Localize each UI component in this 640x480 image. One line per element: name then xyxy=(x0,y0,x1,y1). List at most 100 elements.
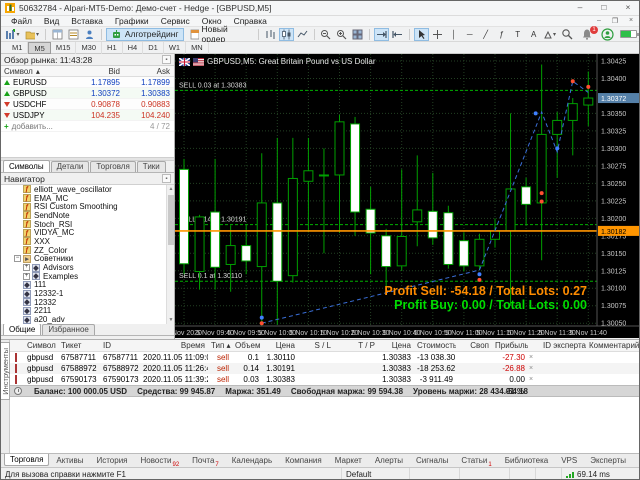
market-watch-row-GBPUSD[interactable]: GBPUSD 1.30372 1.30383 xyxy=(1,88,174,99)
nav-item-XXX[interactable]: ƒ XXX xyxy=(1,237,174,246)
chart-bars-button[interactable] xyxy=(263,28,278,41)
column-volume[interactable]: Объем xyxy=(232,341,262,350)
nav-item-12332-1[interactable]: ◆ 12332-1 xyxy=(1,289,174,298)
cursor-button[interactable] xyxy=(414,27,430,41)
label-button[interactable]: A xyxy=(526,28,541,41)
timeframe-MN[interactable]: MN xyxy=(186,41,209,54)
text-button[interactable]: T xyxy=(510,28,525,41)
zoom-in-button[interactable] xyxy=(334,28,349,41)
column-sl[interactable]: S / L xyxy=(298,341,334,350)
trade-row-67590173[interactable]: gbpusd 67590173 67590173 2020.11.05 11:39:2… xyxy=(10,374,639,385)
scroll-down-arrow[interactable]: ▼ xyxy=(167,316,174,324)
navigator-toggle[interactable] xyxy=(82,28,97,41)
toolbox-tab-Журнал[interactable]: Журнал xyxy=(633,454,639,466)
timeframe-D1[interactable]: D1 xyxy=(143,41,164,54)
chart-window[interactable]: GBPUSD,M5: Great Britain Pound vs US Dol… xyxy=(175,54,639,338)
nav-item-Examples[interactable]: + ◆ Examples xyxy=(1,272,174,281)
menu-item-Вставка[interactable]: Вставка xyxy=(65,16,109,27)
data-window-toggle[interactable] xyxy=(66,28,81,41)
toolbox-tab-Сигналы[interactable]: Сигналы xyxy=(410,454,454,466)
close-position-button[interactable]: × xyxy=(528,354,540,361)
search-button[interactable] xyxy=(559,28,575,41)
toolbox-tab-Статьи[interactable]: Статьи 1 xyxy=(455,454,497,468)
auto-scroll-button[interactable] xyxy=(374,27,390,41)
column-tp[interactable]: T / P xyxy=(334,341,378,350)
mdi-close-button[interactable]: × xyxy=(625,17,637,25)
column-comment[interactable]: Комментарий xyxy=(586,341,639,350)
toolbox-tab-Библиотека[interactable]: Библиотека xyxy=(499,454,555,466)
column-ask[interactable]: Ask xyxy=(124,67,174,76)
toolbox-tab-Почта[interactable]: Почта 7 xyxy=(186,454,225,468)
menu-item-Вид[interactable]: Вид xyxy=(38,16,65,27)
column-expert[interactable]: ID эксперта xyxy=(540,341,586,350)
timeframe-W1[interactable]: W1 xyxy=(164,41,187,54)
horizontal-line-button[interactable]: ─ xyxy=(462,28,477,41)
column-symbol[interactable]: Символ ▴ xyxy=(1,67,74,76)
vertical-line-button[interactable]: │ xyxy=(446,28,461,41)
toolbox-tab-Алерты[interactable]: Алерты xyxy=(369,454,409,466)
tab-Тики[interactable]: Тики xyxy=(136,161,166,172)
tile-windows-button[interactable] xyxy=(350,28,365,41)
column-swap[interactable]: Своп xyxy=(456,341,492,350)
timeframe-M30[interactable]: M30 xyxy=(76,41,103,54)
scroll-up-arrow[interactable]: ▲ xyxy=(167,185,174,193)
timeframe-M15[interactable]: M15 xyxy=(51,41,77,54)
tab-Избранное[interactable]: Избранное xyxy=(42,324,95,335)
timeframe-M5[interactable]: M5 xyxy=(28,41,51,54)
nav-item-ZZ_Color[interactable]: ƒ ZZ_Color xyxy=(1,246,174,255)
toolbox-tab-Активы[interactable]: Активы xyxy=(50,454,89,466)
crosshair-button[interactable] xyxy=(430,28,445,41)
column-price[interactable]: Цена xyxy=(262,341,298,350)
community-button[interactable] xyxy=(599,27,616,41)
nav-item-Stoch_RSI[interactable]: ƒ Stoch_RSI xyxy=(1,220,174,229)
arrows-dropdown-button[interactable]: ▾ xyxy=(542,28,558,41)
column-bid[interactable]: Bid xyxy=(74,67,124,76)
trade-row-67588972[interactable]: gbpusd 67588972 67588972 2020.11.05 11:26:4… xyxy=(10,363,639,374)
minimize-button[interactable]: – xyxy=(571,2,589,14)
nav-item-Advisors[interactable]: + ◆ Advisors xyxy=(1,263,174,272)
toolbox-tab-Компания[interactable]: Компания xyxy=(279,454,328,466)
zoom-out-button[interactable] xyxy=(318,28,333,41)
market-watch-toggle[interactable] xyxy=(50,28,65,41)
fibonacci-button[interactable]: ƒ xyxy=(494,28,509,41)
navigator-menu-button[interactable]: ▪ xyxy=(162,174,171,183)
nav-item-SendNote[interactable]: ƒ SendNote xyxy=(1,211,174,220)
column-type[interactable]: Тип ▴ xyxy=(208,341,232,350)
toolbox-tab-Торговля[interactable]: Торговля xyxy=(4,454,50,466)
close-position-button[interactable]: × xyxy=(528,376,540,383)
close-button[interactable]: × xyxy=(619,2,637,14)
profiles-button[interactable]: ▾ xyxy=(23,28,42,41)
timeframe-H1[interactable]: H1 xyxy=(102,41,123,54)
nav-item-elliott_wave_oscillator[interactable]: ƒ elliott_wave_oscillator xyxy=(1,185,174,194)
navigator-scrollbar[interactable]: ▲ ▼ xyxy=(166,185,174,324)
toolbox-tab-Эксперты[interactable]: Эксперты xyxy=(584,454,632,466)
timeframe-M1[interactable]: M1 xyxy=(7,41,29,54)
nav-item-VIDYA_MC[interactable]: ƒ VIDYA_MC xyxy=(1,228,174,237)
nav-item-111[interactable]: ◆ 111 xyxy=(1,280,174,289)
column-profit[interactable]: Прибыль xyxy=(492,341,528,350)
nav-item-EMA_MC[interactable]: ƒ EMA_MC xyxy=(1,194,174,203)
new-chart-button[interactable]: ▾ xyxy=(3,28,22,41)
expand-icon[interactable]: + xyxy=(23,272,30,280)
nav-item-Советники[interactable]: − ▸ Советники xyxy=(1,254,174,263)
nav-item-12332[interactable]: ◆ 12332 xyxy=(1,298,174,307)
nav-item-a20_adv[interactable]: ◆ a20_adv xyxy=(1,315,174,324)
market-watch-row-USDCHF[interactable]: USDCHF 0.90878 0.90883 xyxy=(1,99,174,110)
trendline-button[interactable]: ╱ xyxy=(478,28,493,41)
collapse-icon[interactable]: − xyxy=(14,255,21,263)
trade-row-67587711[interactable]: gbpusd 67587711 67587711 2020.11.05 11:09:0… xyxy=(10,352,639,363)
column-ticket[interactable]: Тикет xyxy=(58,341,100,350)
status-profile[interactable]: Default xyxy=(341,468,409,479)
add-symbol-row[interactable]: + добавить... 4 / 72 xyxy=(1,121,174,132)
mdi-minimize-button[interactable]: – xyxy=(593,17,605,25)
column-id[interactable]: ID xyxy=(100,341,140,350)
column-symbol[interactable]: Символ xyxy=(24,341,58,350)
nav-item-2211[interactable]: ◆ 2211 xyxy=(1,306,174,315)
mdi-restore-button[interactable]: ❐ xyxy=(609,17,621,25)
toolbox-tab-Календарь[interactable]: Календарь xyxy=(226,454,278,466)
menu-item-Сервис[interactable]: Сервис xyxy=(155,16,196,27)
chart-shift-button[interactable] xyxy=(390,28,405,41)
tab-Символы[interactable]: Символы xyxy=(3,160,50,172)
notifications-button[interactable]: 1 xyxy=(579,25,598,41)
close-position-button[interactable]: × xyxy=(528,365,540,372)
